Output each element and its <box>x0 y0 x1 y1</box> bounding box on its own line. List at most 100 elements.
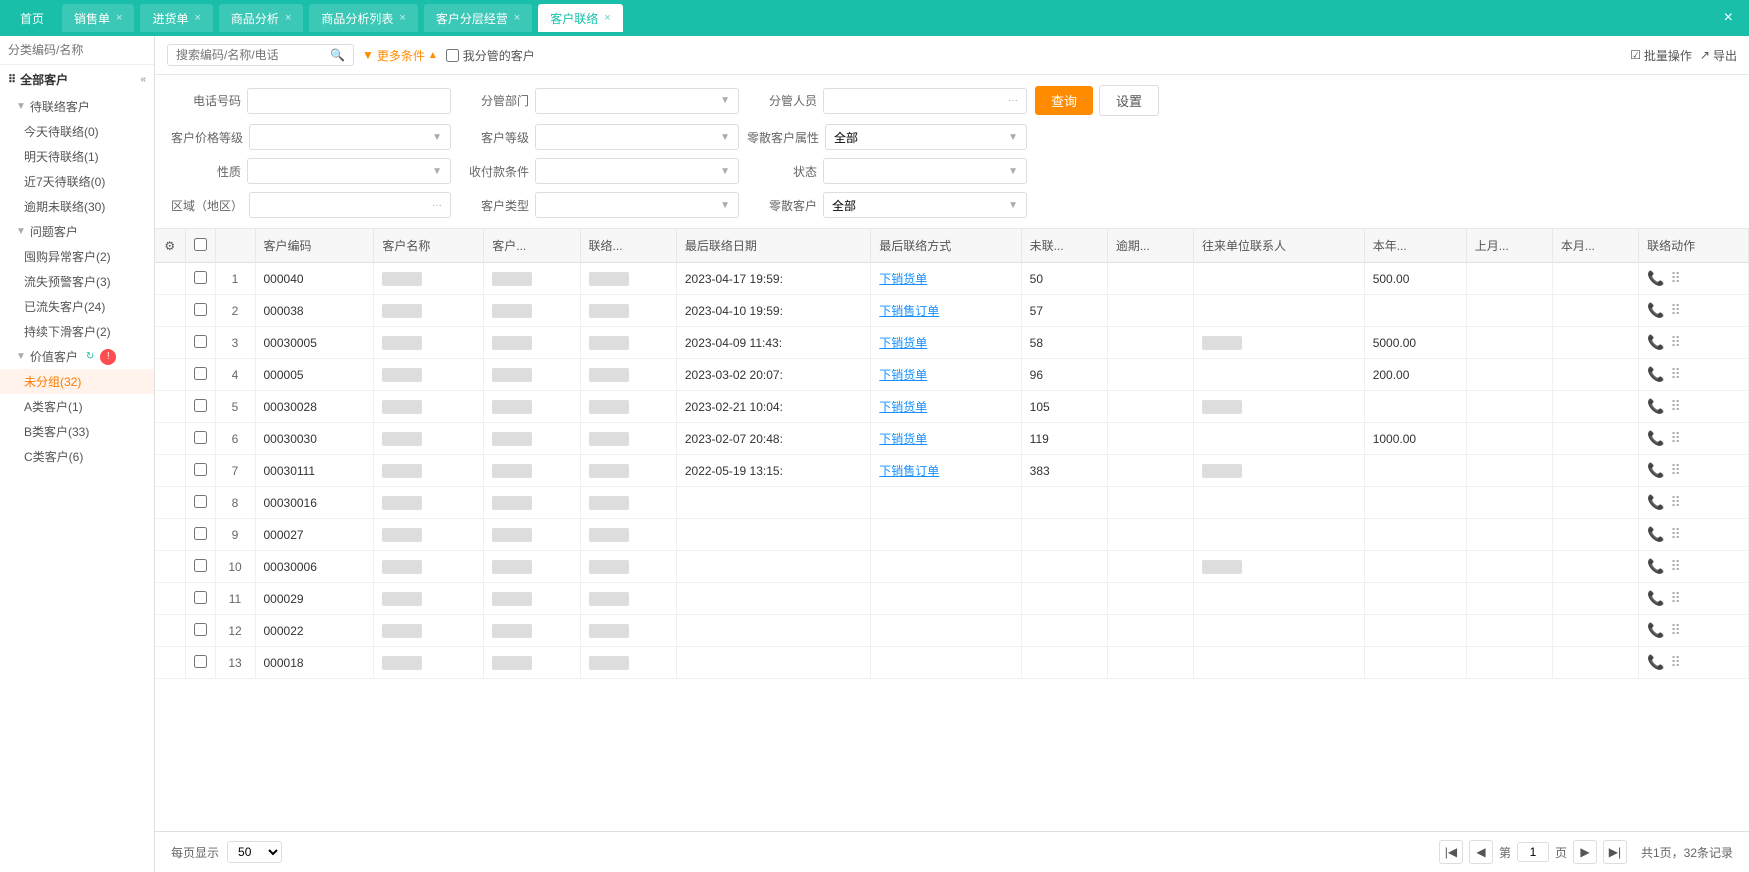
row-call-icon[interactable]: 📞 <box>1647 462 1664 479</box>
sidebar-item-tomorrow[interactable]: 明天待联络(1) <box>0 144 154 169</box>
filter-dept-select[interactable]: ▼ <box>535 88 739 114</box>
row-last-method[interactable] <box>871 647 1021 679</box>
filter-phone-input[interactable] <box>247 88 451 114</box>
row-call-icon[interactable]: 📞 <box>1647 366 1664 383</box>
row-call-icon[interactable]: 📞 <box>1647 590 1664 607</box>
row-checkbox[interactable] <box>185 263 215 295</box>
row-name[interactable] <box>374 455 484 487</box>
row-call-icon[interactable]: 📞 <box>1647 622 1664 639</box>
nav-tab-purchase[interactable]: 进货单 × <box>140 4 212 32</box>
row-name[interactable] <box>374 487 484 519</box>
row-name[interactable] <box>374 263 484 295</box>
table-header-overdue[interactable]: 逾期... <box>1107 229 1193 263</box>
row-more-icon[interactable]: ⠿ <box>1671 366 1681 383</box>
sidebar-item-class-c[interactable]: C类客户(6) <box>0 444 154 469</box>
table-header-contact[interactable]: 联络... <box>580 229 676 263</box>
row-last-method[interactable]: 下销货单 <box>871 327 1021 359</box>
nav-tab-sales[interactable]: 销售单 × <box>62 4 134 32</box>
row-call-icon[interactable]: 📞 <box>1647 654 1664 671</box>
sidebar-item-churned[interactable]: 已流失客户(24) <box>0 294 154 319</box>
sidebar-item-today[interactable]: 今天待联络(0) <box>0 119 154 144</box>
export-btn[interactable]: ↗ 导出 <box>1700 47 1737 64</box>
row-more-icon[interactable]: ⠿ <box>1671 270 1681 287</box>
my-customers-toggle[interactable]: 我分管的客户 <box>446 47 535 64</box>
sidebar-search-input[interactable] <box>8 43 155 57</box>
nav-tab-customer-mgmt[interactable]: 客户分层经营 × <box>424 4 532 32</box>
batch-operation-btn[interactable]: ☑ 批量操作 <box>1630 47 1692 64</box>
filter-payment-select[interactable]: ▼ <box>535 158 739 184</box>
sidebar-item-class-a[interactable]: A类客户(1) <box>0 394 154 419</box>
row-last-method[interactable] <box>871 551 1021 583</box>
filter-status-select[interactable]: ▼ <box>823 158 1027 184</box>
row-name[interactable] <box>374 327 484 359</box>
sidebar-item-overdue[interactable]: 逾期未联络(30) <box>0 194 154 219</box>
sidebar-pending-group[interactable]: ▼ 待联络客户 <box>0 94 154 119</box>
filter-level-select[interactable]: ▼ <box>535 124 739 150</box>
nav-tab-analysis-list[interactable]: 商品分析列表 × <box>309 4 417 32</box>
page-number-input[interactable] <box>1517 842 1549 862</box>
row-name[interactable] <box>374 359 484 391</box>
last-page-btn[interactable]: ▶| <box>1603 840 1627 864</box>
next-page-btn[interactable]: ▶ <box>1573 840 1597 864</box>
row-checkbox[interactable] <box>185 423 215 455</box>
my-customers-checkbox[interactable] <box>446 49 459 62</box>
row-call-icon[interactable]: 📞 <box>1647 302 1664 319</box>
row-more-icon[interactable]: ⠿ <box>1671 430 1681 447</box>
table-header-code[interactable]: 客户编码 <box>255 229 374 263</box>
row-more-icon[interactable]: ⠿ <box>1671 622 1681 639</box>
row-last-method[interactable] <box>871 519 1021 551</box>
row-checkbox[interactable] <box>185 551 215 583</box>
sidebar-item-7days[interactable]: 近7天待联络(0) <box>0 169 154 194</box>
row-name[interactable] <box>374 391 484 423</box>
filter-staff-select[interactable]: ··· <box>823 88 1027 114</box>
filter-retail-customer-select[interactable]: 全部 ▼ <box>823 192 1027 218</box>
filter-region-select[interactable]: ··· <box>249 192 451 218</box>
row-last-method[interactable] <box>871 615 1021 647</box>
row-last-method[interactable] <box>871 583 1021 615</box>
row-checkbox[interactable] <box>185 519 215 551</box>
row-more-icon[interactable]: ⠿ <box>1671 398 1681 415</box>
row-checkbox[interactable] <box>185 295 215 327</box>
row-more-icon[interactable]: ⠿ <box>1671 334 1681 351</box>
row-call-icon[interactable]: 📞 <box>1647 558 1664 575</box>
row-last-method[interactable]: 下销货单 <box>871 391 1021 423</box>
row-last-method[interactable]: 下销售订单 <box>871 295 1021 327</box>
row-checkbox[interactable] <box>185 455 215 487</box>
table-header-this-month[interactable]: 本月... <box>1552 229 1638 263</box>
row-more-icon[interactable]: ⠿ <box>1671 302 1681 319</box>
table-header-name[interactable]: 客户名称 <box>374 229 484 263</box>
filter-search-input[interactable] <box>176 48 326 62</box>
row-more-icon[interactable]: ⠿ <box>1671 526 1681 543</box>
row-more-icon[interactable]: ⠿ <box>1671 558 1681 575</box>
row-last-method[interactable] <box>871 487 1021 519</box>
sidebar-all-customers[interactable]: ⠿ 全部客户 « <box>0 65 154 94</box>
table-header-company-contact[interactable]: 往来单位联系人 <box>1194 229 1365 263</box>
table-header-this-year[interactable]: 本年... <box>1364 229 1466 263</box>
row-checkbox[interactable] <box>185 615 215 647</box>
row-more-icon[interactable]: ⠿ <box>1671 494 1681 511</box>
nav-home[interactable]: 首页 <box>8 4 56 32</box>
sidebar-value-group[interactable]: ▼ 价值客户 ↻ ! <box>0 344 154 369</box>
row-call-icon[interactable]: 📞 <box>1647 398 1664 415</box>
more-conditions-btn[interactable]: ▼ 更多条件 ▲ <box>362 47 438 64</box>
sidebar-item-ungrouped[interactable]: 未分组(32) <box>0 369 154 394</box>
table-header-last-method[interactable]: 最后联络方式 <box>871 229 1021 263</box>
nav-tab-customer-contact[interactable]: 客户联络 × <box>538 4 622 32</box>
row-checkbox[interactable] <box>185 583 215 615</box>
row-checkbox[interactable] <box>185 647 215 679</box>
row-more-icon[interactable]: ⠿ <box>1671 654 1681 671</box>
first-page-btn[interactable]: |◀ <box>1439 840 1463 864</box>
row-last-method[interactable]: 下销货单 <box>871 423 1021 455</box>
row-name[interactable] <box>374 615 484 647</box>
row-call-icon[interactable]: 📞 <box>1647 270 1664 287</box>
row-checkbox[interactable] <box>185 327 215 359</box>
filter-price-level-select[interactable]: ▼ <box>249 124 451 150</box>
table-header-last-month[interactable]: 上月... <box>1466 229 1552 263</box>
sidebar-item-declining[interactable]: 持续下滑客户(2) <box>0 319 154 344</box>
row-name[interactable] <box>374 583 484 615</box>
table-header-last-date[interactable]: 最后联络日期 <box>676 229 870 263</box>
row-call-icon[interactable]: 📞 <box>1647 494 1664 511</box>
nav-tab-customer-mgmt-close[interactable]: × <box>514 12 520 24</box>
row-name[interactable] <box>374 423 484 455</box>
filter-search-icon[interactable]: 🔍 <box>330 48 345 62</box>
